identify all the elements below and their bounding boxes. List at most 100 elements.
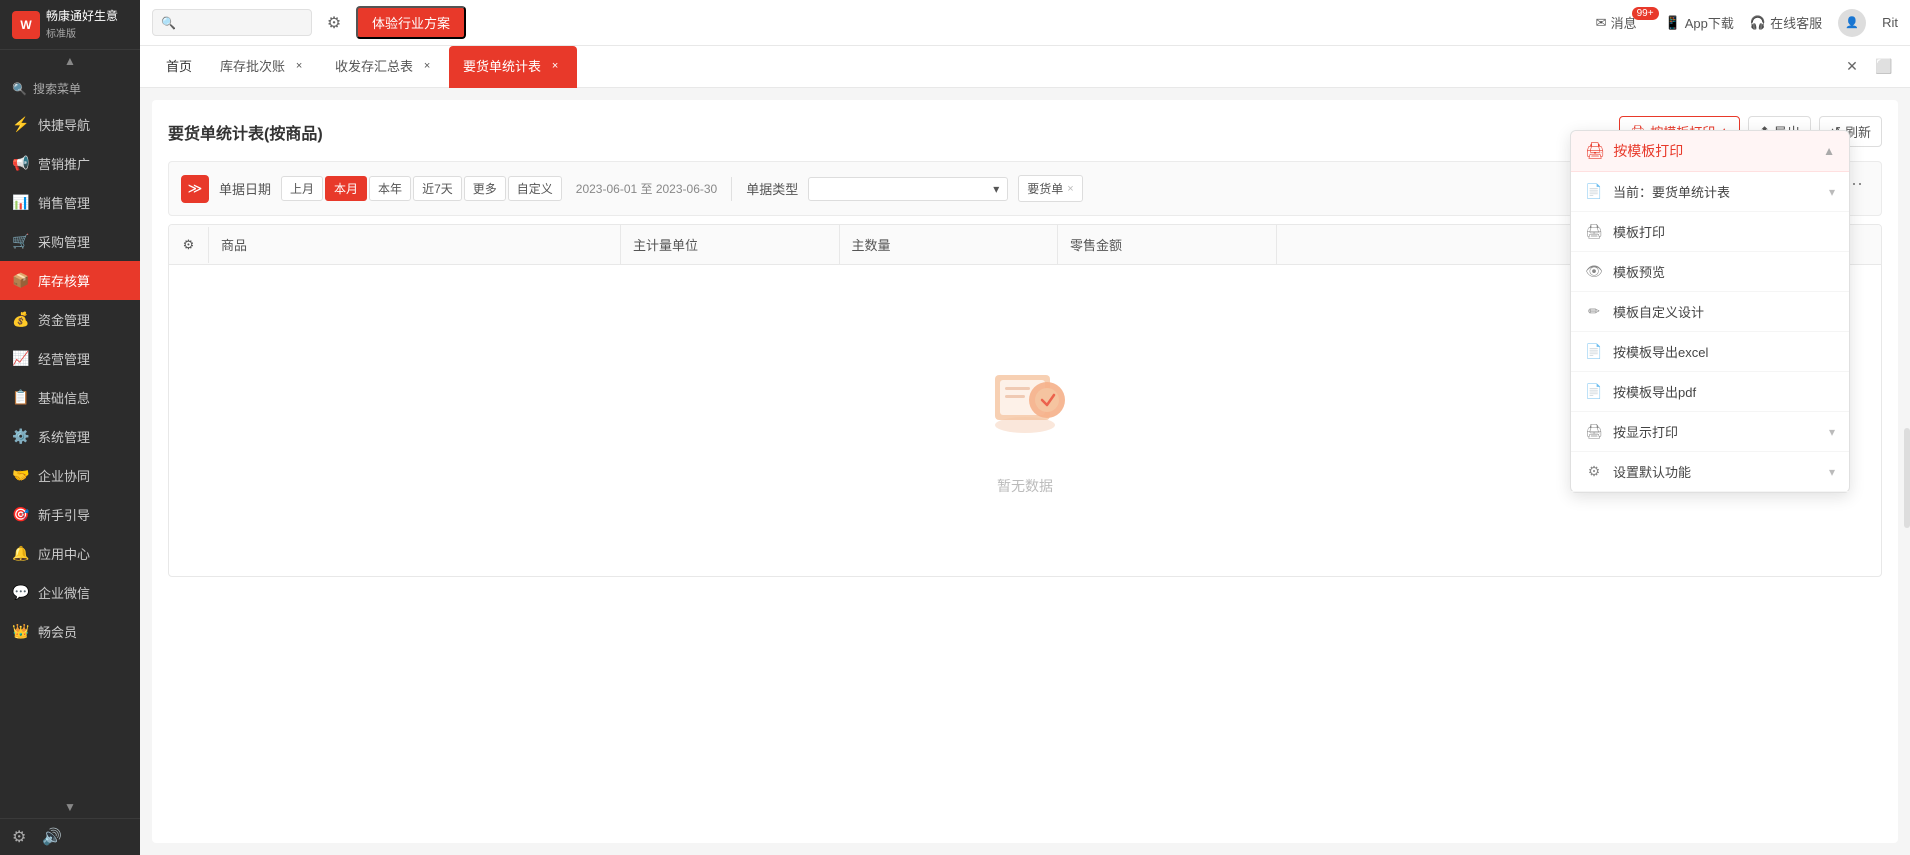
tab-order-stats-label: 要货单统计表 bbox=[463, 56, 541, 75]
online-service-button[interactable]: 🎧 在线客服 bbox=[1750, 13, 1822, 32]
dropdown-title: 按模板打印 bbox=[1613, 141, 1683, 161]
order-type-label: 单据类型 bbox=[746, 179, 798, 198]
chip-close-icon[interactable]: × bbox=[1067, 183, 1073, 195]
marketing-icon: 📢 bbox=[12, 155, 30, 173]
display-print-label: 按显示打印 bbox=[1613, 422, 1678, 441]
tab-order-stats[interactable]: 要货单统计表 × bbox=[449, 46, 577, 88]
scroll-down-button[interactable]: ▼ bbox=[0, 796, 140, 818]
filter-toggle-button[interactable]: ≫ bbox=[181, 175, 209, 203]
content-area: 要货单统计表(按商品) 🖨 按模板打印 ▲ ⬆ 导出 ↺ 刷新 bbox=[140, 88, 1910, 855]
vip-icon: 👑 bbox=[12, 623, 30, 641]
th-product: 商品 bbox=[209, 225, 621, 264]
th-qty: 主数量 bbox=[840, 225, 1059, 264]
sidebar-item-vip[interactable]: 👑 畅会员 bbox=[0, 612, 140, 651]
dropdown-set-default[interactable]: ⚙ 设置默认功能 ▾ bbox=[1571, 452, 1849, 492]
dropdown-current-template[interactable]: 📄 当前：要货单统计表 ▾ bbox=[1571, 172, 1849, 212]
tab-receipt-summary-label: 收发存汇总表 bbox=[335, 56, 413, 75]
topbar-search-placeholder bbox=[180, 14, 264, 31]
collab-icon: 🤝 bbox=[12, 467, 30, 485]
dropdown-item-export-excel[interactable]: 📄 按模板导出excel bbox=[1571, 332, 1849, 372]
trial-button[interactable]: 体验行业方案 bbox=[356, 6, 466, 39]
sidebar-item-operation[interactable]: 📈 经营管理 bbox=[0, 339, 140, 378]
sidebar-item-appstore[interactable]: 🔔 应用中心 bbox=[0, 534, 140, 573]
basic-icon: 📋 bbox=[12, 389, 30, 407]
set-default-label: 设置默认功能 bbox=[1613, 462, 1691, 481]
date-filter-label: 单据日期 bbox=[219, 179, 271, 198]
sidebar-item-label: 企业微信 bbox=[38, 583, 90, 602]
close-all-tabs-button[interactable]: ✕ bbox=[1838, 53, 1866, 81]
excel-icon: 📄 bbox=[1585, 343, 1603, 360]
th-settings[interactable]: ⚙ bbox=[169, 227, 209, 263]
export-pdf-label: 按模板导出pdf bbox=[1613, 382, 1696, 401]
dropdown-item-template-print[interactable]: 🖨 模板打印 bbox=[1571, 212, 1849, 252]
tab-batch-account[interactable]: 库存批次账 × bbox=[206, 46, 321, 88]
chevron-down-icon: ▾ bbox=[993, 182, 999, 196]
dropdown-item-template-preview[interactable]: 👁 模板预览 bbox=[1571, 252, 1849, 292]
template-design-label: 模板自定义设计 bbox=[1613, 302, 1704, 321]
sales-icon: 📊 bbox=[12, 194, 30, 212]
tabbar-actions: ✕ ⬜ bbox=[1838, 53, 1898, 81]
main-area: 🔍 ⚙ 体验行业方案 ✉ 消息 99+ 📱 App下载 🎧 在线客服 👤 Rit bbox=[140, 0, 1910, 855]
wechat-icon: 💬 bbox=[12, 584, 30, 602]
message-button[interactable]: ✉ 消息 99+ bbox=[1596, 13, 1649, 32]
sidebar-item-label: 系统管理 bbox=[38, 427, 90, 446]
current-template-chevron: ▾ bbox=[1829, 185, 1835, 199]
dropdown-header[interactable]: 🖨 按模板打印 ▲ bbox=[1571, 131, 1849, 172]
tab-order-stats-close[interactable]: × bbox=[547, 58, 563, 74]
sidebar-item-sales[interactable]: 📊 销售管理 bbox=[0, 183, 140, 222]
order-type-select[interactable]: ▾ bbox=[808, 177, 1008, 201]
sidebar-item-purchase[interactable]: 🛒 采购管理 bbox=[0, 222, 140, 261]
sidebar-item-label: 基础信息 bbox=[38, 388, 90, 407]
document-icon: 📄 bbox=[1585, 183, 1603, 200]
settings-icon[interactable]: ⚙ bbox=[12, 827, 26, 847]
username-label[interactable]: Rit bbox=[1882, 15, 1898, 30]
sidebar-item-system[interactable]: ⚙️ 系统管理 bbox=[0, 417, 140, 456]
template-print-item-icon: 🖨 bbox=[1585, 223, 1603, 240]
date-last-7days[interactable]: 近7天 bbox=[413, 176, 462, 201]
sidebar-item-label: 营销推广 bbox=[38, 154, 90, 173]
sidebar-item-basic[interactable]: 📋 基础信息 bbox=[0, 378, 140, 417]
sidebar-item-collab[interactable]: 🤝 企业协同 bbox=[0, 456, 140, 495]
maximize-button[interactable]: ⬜ bbox=[1870, 53, 1898, 81]
headset-icon: 🎧 bbox=[1750, 15, 1766, 31]
date-custom[interactable]: 自定义 bbox=[508, 176, 562, 201]
app-download-button[interactable]: 📱 App下载 bbox=[1665, 13, 1734, 32]
sidebar-item-inventory[interactable]: 📦 库存核算 bbox=[0, 261, 140, 300]
search-menu-label: 搜索菜单 bbox=[33, 80, 81, 97]
dropdown-item-template-design[interactable]: ✏ 模板自定义设计 bbox=[1571, 292, 1849, 332]
topbar-search[interactable]: 🔍 bbox=[152, 9, 312, 36]
scrollbar[interactable] bbox=[1904, 428, 1910, 528]
dropdown-display-print[interactable]: 🖨 按显示打印 ▾ bbox=[1571, 412, 1849, 452]
sidebar-item-finance[interactable]: 💰 资金管理 bbox=[0, 300, 140, 339]
sidebar-item-label: 应用中心 bbox=[38, 544, 90, 563]
topbar: 🔍 ⚙ 体验行业方案 ✉ 消息 99+ 📱 App下载 🎧 在线客服 👤 Rit bbox=[140, 0, 1910, 46]
order-goods-chip[interactable]: 要货单 × bbox=[1018, 175, 1082, 202]
topbar-gear-button[interactable]: ⚙ bbox=[320, 9, 348, 37]
tab-home[interactable]: 首页 bbox=[152, 46, 206, 88]
sidebar-item-quick-nav[interactable]: ⚡ 快捷导航 bbox=[0, 105, 140, 144]
system-icon: ⚙️ bbox=[12, 428, 30, 446]
date-last-month[interactable]: 上月 bbox=[281, 176, 323, 201]
sidebar-item-newbie[interactable]: 🎯 新手引导 bbox=[0, 495, 140, 534]
app-download-label: App下载 bbox=[1685, 13, 1734, 32]
tab-receipt-summary[interactable]: 收发存汇总表 × bbox=[321, 46, 449, 88]
display-print-chevron: ▾ bbox=[1829, 425, 1835, 439]
scroll-up-button[interactable]: ▲ bbox=[0, 50, 140, 72]
dropdown-item-export-pdf[interactable]: 📄 按模板导出pdf bbox=[1571, 372, 1849, 412]
date-this-year[interactable]: 本年 bbox=[369, 176, 411, 201]
tabbar: 首页 库存批次账 × 收发存汇总表 × 要货单统计表 × ✕ ⬜ bbox=[140, 46, 1910, 88]
tab-batch-account-close[interactable]: × bbox=[291, 58, 307, 74]
sidebar-item-wechat[interactable]: 💬 企业微信 bbox=[0, 573, 140, 612]
search-menu-item[interactable]: 🔍 搜索菜单 bbox=[0, 72, 140, 105]
user-avatar[interactable]: 👤 bbox=[1838, 9, 1866, 37]
set-default-left: ⚙ 设置默认功能 bbox=[1585, 462, 1691, 481]
date-this-month[interactable]: 本月 bbox=[325, 176, 367, 201]
tab-receipt-summary-close[interactable]: × bbox=[419, 58, 435, 74]
order-goods-label: 要货单 bbox=[1027, 180, 1063, 197]
purchase-icon: 🛒 bbox=[12, 233, 30, 251]
sidebar-item-marketing[interactable]: 📢 营销推广 bbox=[0, 144, 140, 183]
app-version: 标准版 bbox=[46, 25, 118, 40]
audio-icon[interactable]: 🔊 bbox=[42, 827, 62, 847]
dropdown-header-left: 🖨 按模板打印 bbox=[1585, 141, 1683, 161]
date-more[interactable]: 更多 bbox=[464, 176, 506, 201]
